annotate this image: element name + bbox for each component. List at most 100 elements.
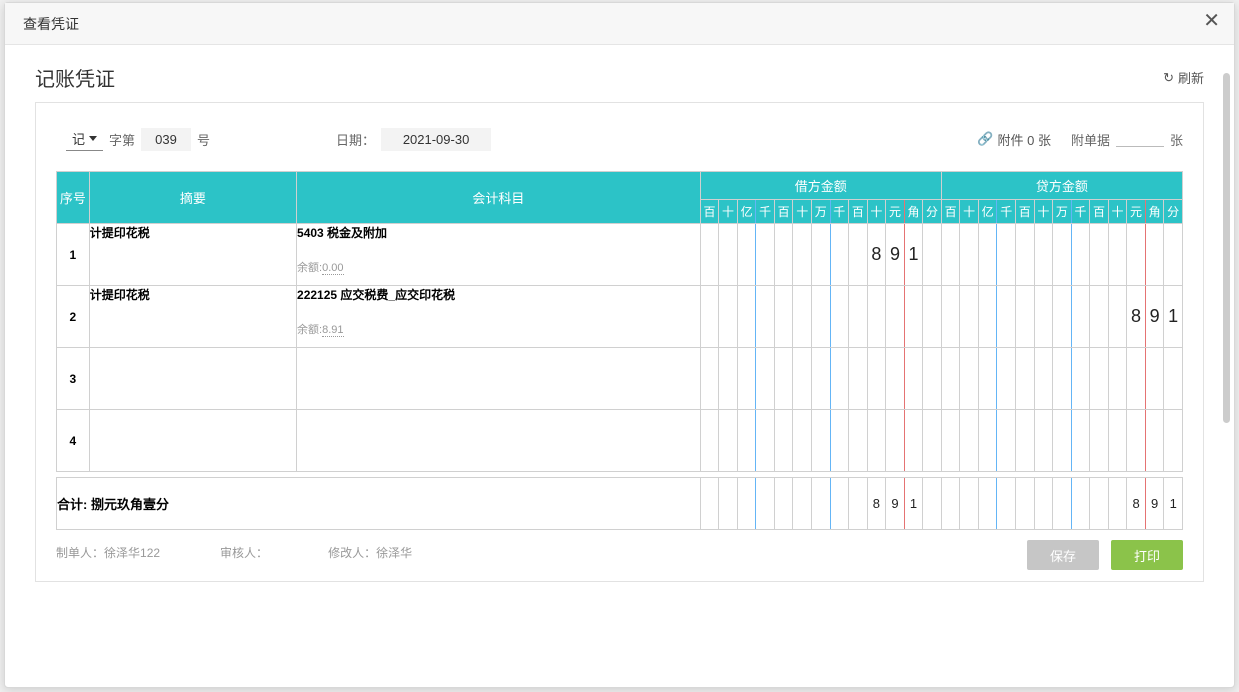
digit-cell[interactable] xyxy=(1145,348,1164,410)
digit-cell[interactable] xyxy=(811,224,830,286)
digit-cell[interactable] xyxy=(997,224,1016,286)
digit-cell[interactable] xyxy=(1108,224,1127,286)
digit-cell[interactable] xyxy=(1071,410,1090,472)
digit-cell[interactable] xyxy=(960,348,979,410)
digit-cell[interactable] xyxy=(811,410,830,472)
account-cell[interactable] xyxy=(297,348,701,410)
digit-cell[interactable] xyxy=(1127,224,1146,286)
digit-cell[interactable] xyxy=(774,478,793,530)
digit-cell[interactable] xyxy=(830,478,849,530)
digit-cell[interactable] xyxy=(1071,348,1090,410)
digit-cell[interactable] xyxy=(978,410,997,472)
digit-cell[interactable] xyxy=(793,224,812,286)
digit-cell[interactable] xyxy=(737,478,756,530)
digit-cell[interactable] xyxy=(719,478,738,530)
digit-cell[interactable] xyxy=(960,286,979,348)
digit-cell[interactable] xyxy=(1145,410,1164,472)
digit-cell[interactable] xyxy=(1108,286,1127,348)
digit-cell[interactable] xyxy=(811,286,830,348)
digit-cell[interactable] xyxy=(700,478,719,530)
digit-cell[interactable]: 8 xyxy=(1127,478,1146,530)
digit-cell[interactable] xyxy=(1108,478,1127,530)
digit-cell[interactable] xyxy=(1016,348,1035,410)
digit-cell[interactable] xyxy=(886,286,905,348)
digit-cell[interactable] xyxy=(830,348,849,410)
digit-cell[interactable] xyxy=(923,286,942,348)
digit-cell[interactable] xyxy=(793,286,812,348)
digit-cell[interactable] xyxy=(811,478,830,530)
print-button[interactable]: 打印 xyxy=(1111,540,1183,570)
digit-cell[interactable] xyxy=(1034,348,1053,410)
account-cell[interactable] xyxy=(297,410,701,472)
digit-cell[interactable] xyxy=(811,348,830,410)
digit-cell[interactable]: 8 xyxy=(1127,286,1146,348)
digit-cell[interactable] xyxy=(774,410,793,472)
summary-cell[interactable]: 计提印花税 xyxy=(89,286,296,348)
summary-cell[interactable]: 计提印花税 xyxy=(89,224,296,286)
digit-cell[interactable] xyxy=(997,478,1016,530)
digit-cell[interactable] xyxy=(774,348,793,410)
digit-cell[interactable] xyxy=(978,286,997,348)
digit-cell[interactable] xyxy=(904,348,923,410)
attachment-link[interactable]: 🔗 附件 0 张 xyxy=(977,130,1051,149)
digit-cell[interactable] xyxy=(978,348,997,410)
digit-cell[interactable] xyxy=(1108,348,1127,410)
digit-cell[interactable] xyxy=(756,478,775,530)
digit-cell[interactable] xyxy=(719,286,738,348)
digit-cell[interactable] xyxy=(923,478,942,530)
digit-cell[interactable]: 1 xyxy=(1164,286,1183,348)
digit-cell[interactable] xyxy=(1016,286,1035,348)
digit-cell[interactable] xyxy=(1053,348,1072,410)
voucher-seq-input[interactable]: 039 xyxy=(141,128,191,151)
digit-cell[interactable] xyxy=(1016,224,1035,286)
digit-cell[interactable] xyxy=(941,348,960,410)
digit-cell[interactable] xyxy=(867,348,886,410)
digit-cell[interactable] xyxy=(1090,478,1109,530)
digit-cell[interactable]: 9 xyxy=(886,478,905,530)
scrollbar[interactable] xyxy=(1223,73,1230,423)
digit-cell[interactable] xyxy=(756,224,775,286)
digit-cell[interactable] xyxy=(1034,286,1053,348)
digit-cell[interactable] xyxy=(756,348,775,410)
digit-cell[interactable]: 9 xyxy=(886,224,905,286)
voucher-type-select[interactable]: 记 xyxy=(66,127,103,151)
digit-cell[interactable] xyxy=(700,286,719,348)
digit-cell[interactable] xyxy=(960,224,979,286)
digit-cell[interactable]: 8 xyxy=(867,224,886,286)
digit-cell[interactable] xyxy=(1071,286,1090,348)
digit-cell[interactable] xyxy=(756,410,775,472)
digit-cell[interactable]: 9 xyxy=(1145,478,1164,530)
digit-cell[interactable] xyxy=(923,224,942,286)
digit-cell[interactable] xyxy=(793,478,812,530)
digit-cell[interactable] xyxy=(904,286,923,348)
digit-cell[interactable] xyxy=(1034,478,1053,530)
digit-cell[interactable] xyxy=(700,348,719,410)
digit-cell[interactable] xyxy=(1053,478,1072,530)
digit-cell[interactable] xyxy=(849,348,868,410)
digit-cell[interactable] xyxy=(774,286,793,348)
digit-cell[interactable] xyxy=(923,410,942,472)
digit-cell[interactable] xyxy=(886,348,905,410)
digit-cell[interactable] xyxy=(1053,286,1072,348)
digit-cell[interactable] xyxy=(941,224,960,286)
digit-cell[interactable] xyxy=(1090,410,1109,472)
digit-cell[interactable] xyxy=(1071,224,1090,286)
digit-cell[interactable] xyxy=(1034,410,1053,472)
digit-cell[interactable] xyxy=(941,478,960,530)
digit-cell[interactable] xyxy=(830,286,849,348)
digit-cell[interactable] xyxy=(1016,478,1035,530)
digit-cell[interactable] xyxy=(867,410,886,472)
digit-cell[interactable] xyxy=(978,478,997,530)
digit-cell[interactable] xyxy=(1053,224,1072,286)
digit-cell[interactable] xyxy=(997,410,1016,472)
digit-cell[interactable]: 1 xyxy=(1164,478,1183,530)
digit-cell[interactable]: 9 xyxy=(1145,286,1164,348)
digit-cell[interactable] xyxy=(756,286,775,348)
digit-cell[interactable] xyxy=(700,224,719,286)
digit-cell[interactable] xyxy=(941,410,960,472)
digit-cell[interactable] xyxy=(1164,410,1183,472)
digit-cell[interactable] xyxy=(737,410,756,472)
digit-cell[interactable] xyxy=(737,224,756,286)
digit-cell[interactable] xyxy=(1053,410,1072,472)
digit-cell[interactable] xyxy=(1016,410,1035,472)
